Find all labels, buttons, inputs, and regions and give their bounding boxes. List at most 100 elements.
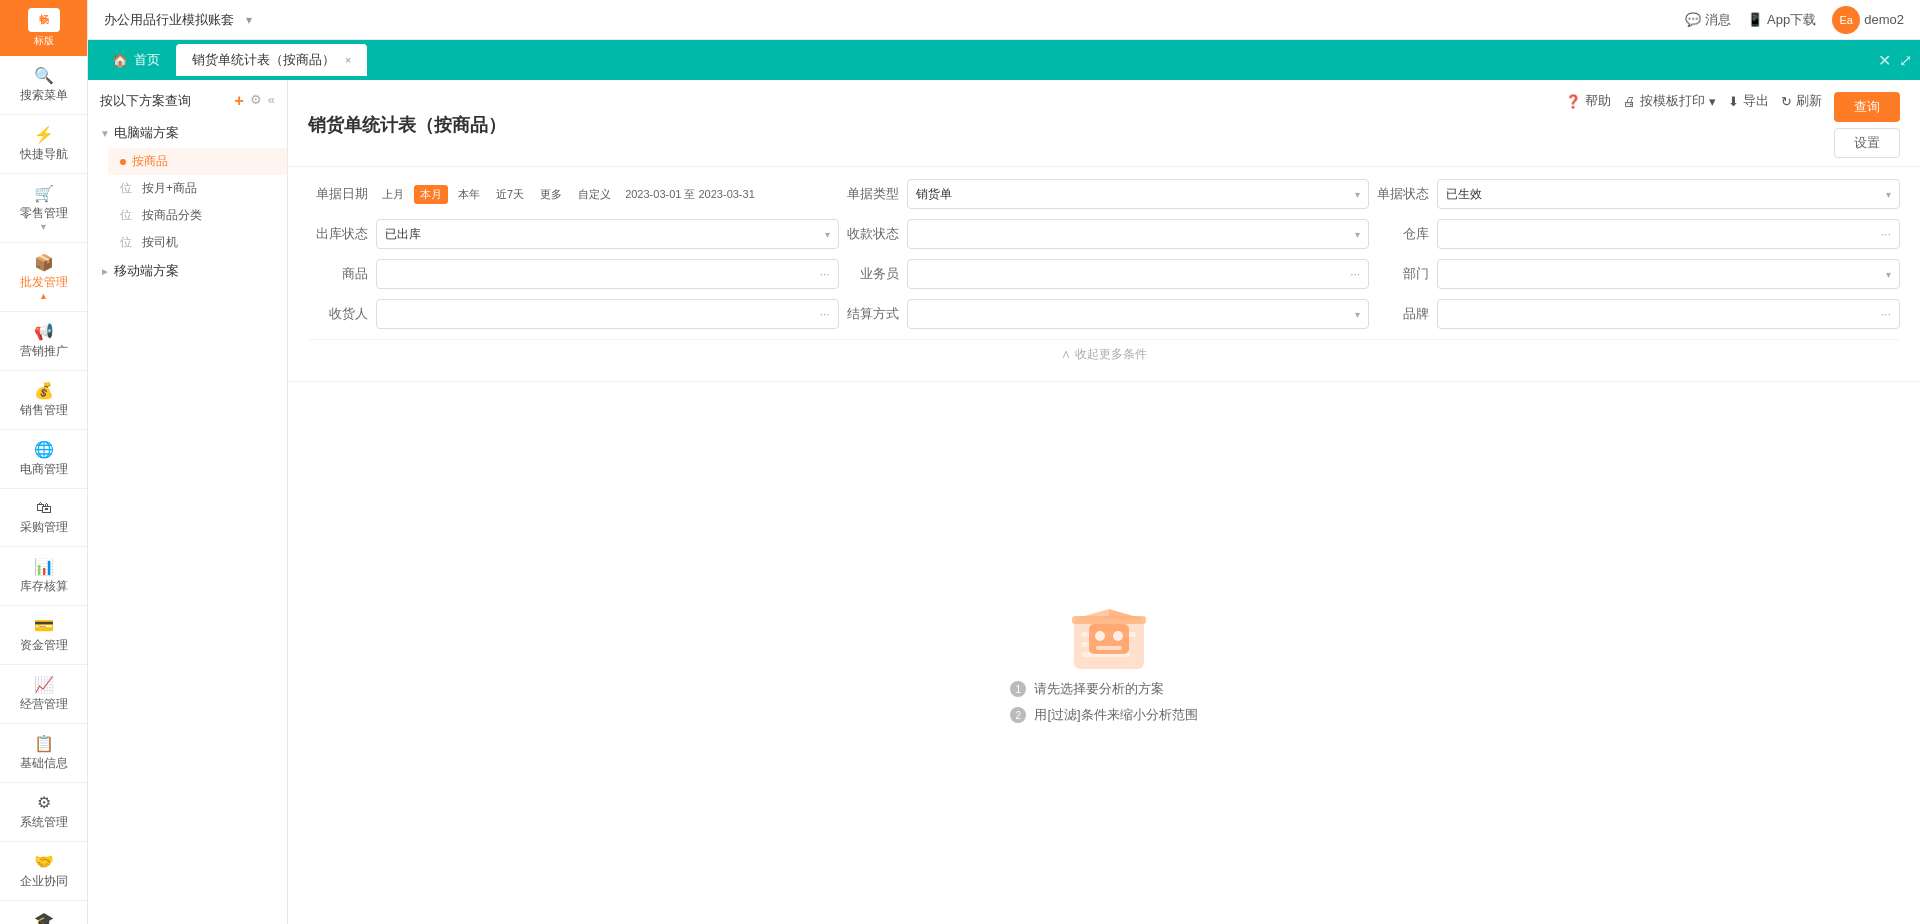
sidebar-item-purchase[interactable]: 🛍 采购管理 [0, 489, 88, 547]
out-value: 已出库 [385, 226, 421, 243]
sidebar-item-marketing[interactable]: 📢 营销推广 [0, 312, 88, 371]
content-area: 按以下方案查询 + ⚙ « ▼ 电脑端方案 按商品 位 按月+商品 [88, 80, 1920, 924]
sidebar-item-inventory[interactable]: 📊 库存核算 [0, 547, 88, 606]
message-label: 消息 [1705, 11, 1731, 29]
print-button[interactable]: 🖨 按模板打印 ▾ [1623, 92, 1716, 110]
filter-status: 单据状态 已生效 ▾ [1369, 179, 1900, 209]
empty-steps: 1 请先选择要分析的方案 2 用[过滤]条件来缩小分析范围 [1010, 680, 1197, 732]
out-control[interactable]: 已出库 ▾ [376, 219, 839, 249]
query-button[interactable]: 查询 [1834, 92, 1900, 122]
tab-home[interactable]: 🏠 首页 [96, 44, 176, 76]
payment-control[interactable]: ▾ [907, 219, 1370, 249]
receiver-label: 收货人 [308, 305, 368, 323]
sidebar-item-finance[interactable]: 💳 资金管理 [0, 606, 88, 665]
salesperson-control[interactable]: ··· [907, 259, 1370, 289]
date-tab-this-month[interactable]: 本月 [414, 185, 448, 204]
by-product-label: 按商品 [132, 153, 168, 170]
cashier-icon: 位 [120, 234, 136, 251]
date-tab-this-year[interactable]: 本年 [452, 185, 486, 204]
tabbar-actions: ✕ ⤢ [1878, 51, 1912, 70]
date-label: 单据日期 [308, 185, 368, 203]
type-control[interactable]: 销货单 ▾ [907, 179, 1370, 209]
tree-item-by-month-product[interactable]: 位 按月+商品 [108, 175, 287, 202]
brand-dots: ··· [1881, 307, 1891, 321]
date-tabs: 上月 本月 本年 近7天 更多 自定义 [376, 185, 617, 204]
date-tab-last-month[interactable]: 上月 [376, 185, 410, 204]
sidebar-item-quick[interactable]: ⚡ 快捷导航 [0, 115, 88, 174]
warehouse-dots: ··· [1881, 227, 1891, 241]
tab-home-label: 首页 [134, 51, 160, 69]
topbar-right: 💬 消息 📱 App下载 Ea demo2 [1685, 6, 1904, 34]
empty-illustration [1054, 574, 1154, 664]
type-value: 销货单 [916, 186, 952, 203]
wholesale-icon: 📦 [34, 253, 54, 272]
help-button[interactable]: ❓ 帮助 [1565, 92, 1611, 110]
sidebar-item-search[interactable]: 🔍 搜索菜单 [0, 56, 88, 115]
collapse-panel-button[interactable]: « [268, 92, 275, 110]
filter-product: 商品 ··· [308, 259, 839, 289]
tab-close-button[interactable]: × [345, 54, 351, 66]
step-1-num: 1 [1010, 681, 1026, 697]
date-tab-7days[interactable]: 近7天 [490, 185, 530, 204]
refresh-label: 刷新 [1796, 92, 1822, 110]
sidebar-item-operation[interactable]: 📈 经营管理 [0, 665, 88, 724]
sidebar-item-wholesale[interactable]: 📦 批发管理 ▲ [0, 243, 88, 312]
tree-mobile-section[interactable]: ► 移动端方案 [88, 256, 287, 286]
filter-brand: 品牌 ··· [1369, 299, 1900, 329]
svg-point-6 [1095, 631, 1105, 641]
product-control[interactable]: ··· [376, 259, 839, 289]
tree-item-by-category[interactable]: 位 按商品分类 [108, 202, 287, 229]
date-tab-custom[interactable]: 自定义 [572, 185, 617, 204]
filter-out-status: 出库状态 已出库 ▾ [308, 219, 839, 249]
tree-item-by-cashier[interactable]: 位 按司机 [108, 229, 287, 256]
receiver-control[interactable]: ··· [376, 299, 839, 329]
month-product-icon: 位 [120, 180, 136, 197]
settings-scheme-button[interactable]: ⚙ [250, 92, 262, 110]
export-button[interactable]: ⬇ 导出 [1728, 92, 1769, 110]
out-arrow: ▾ [825, 229, 830, 240]
filter-receiver: 收货人 ··· [308, 299, 839, 329]
message-button[interactable]: 💬 消息 [1685, 11, 1731, 29]
salesperson-dots: ··· [1350, 267, 1360, 281]
settings-button[interactable]: 设置 [1834, 128, 1900, 158]
filter-dept: 部门 ▾ [1369, 259, 1900, 289]
tab-active[interactable]: 销货单统计表（按商品） × [176, 44, 367, 76]
settle-control[interactable]: ▾ [907, 299, 1370, 329]
empty-step-2: 2 用[过滤]条件来缩小分析范围 [1010, 706, 1197, 724]
brand-control[interactable]: ··· [1437, 299, 1900, 329]
sidebar-item-base[interactable]: 📋 基础信息 [0, 724, 88, 783]
tab-maximize-button[interactable]: ⤢ [1899, 51, 1912, 70]
sales-icon: 💰 [34, 381, 54, 400]
tab-close-all-button[interactable]: ✕ [1878, 51, 1891, 70]
mobile-section-label: 移动端方案 [114, 262, 179, 280]
main-area: 办公用品行业模拟账套 ▾ 💬 消息 📱 App下载 Ea demo2 🏠 首页 … [88, 0, 1920, 924]
right-panel: 销货单统计表（按商品） ❓ 帮助 🖨 按模板打印 ▾ ⬇ [288, 80, 1920, 924]
username: demo2 [1864, 12, 1904, 27]
topbar-dropdown[interactable]: ▾ [246, 13, 252, 27]
warehouse-control[interactable]: ··· [1437, 219, 1900, 249]
page-title: 销货单统计表（按商品） [308, 113, 506, 137]
dept-control[interactable]: ▾ [1437, 259, 1900, 289]
mobile-section-arrow: ► [100, 266, 110, 277]
newbie-icon: 🎓 [34, 911, 54, 924]
salesperson-label: 业务员 [839, 265, 899, 283]
tree-item-by-product[interactable]: 按商品 [108, 148, 287, 175]
status-control[interactable]: 已生效 ▾ [1437, 179, 1900, 209]
add-scheme-button[interactable]: + [234, 92, 243, 110]
left-panel-title: 按以下方案查询 [100, 92, 191, 110]
sidebar-item-system[interactable]: ⚙ 系统管理 [0, 783, 88, 842]
sidebar-item-ecom[interactable]: 🌐 电商管理 [0, 430, 88, 489]
tabbar: 🏠 首页 销货单统计表（按商品） × ✕ ⤢ [88, 40, 1920, 80]
sidebar-item-newbie[interactable]: 🎓 新手引导 [0, 901, 88, 924]
home-icon: 🏠 [112, 53, 128, 68]
refresh-button[interactable]: ↻ 刷新 [1781, 92, 1822, 110]
user-profile[interactable]: Ea demo2 [1832, 6, 1904, 34]
sidebar-item-enterprise[interactable]: 🤝 企业协同 [0, 842, 88, 901]
settle-arrow: ▾ [1355, 309, 1360, 320]
app-download-button[interactable]: 📱 App下载 [1747, 11, 1816, 29]
date-tab-more[interactable]: 更多 [534, 185, 568, 204]
tree-pc-section[interactable]: ▼ 电脑端方案 [88, 118, 287, 148]
sidebar-item-sales[interactable]: 💰 销售管理 [0, 371, 88, 430]
collapse-bar[interactable]: ∧ 收起更多条件 [308, 339, 1900, 369]
sidebar-item-retail[interactable]: 🛒 零售管理 ▼ [0, 174, 88, 243]
